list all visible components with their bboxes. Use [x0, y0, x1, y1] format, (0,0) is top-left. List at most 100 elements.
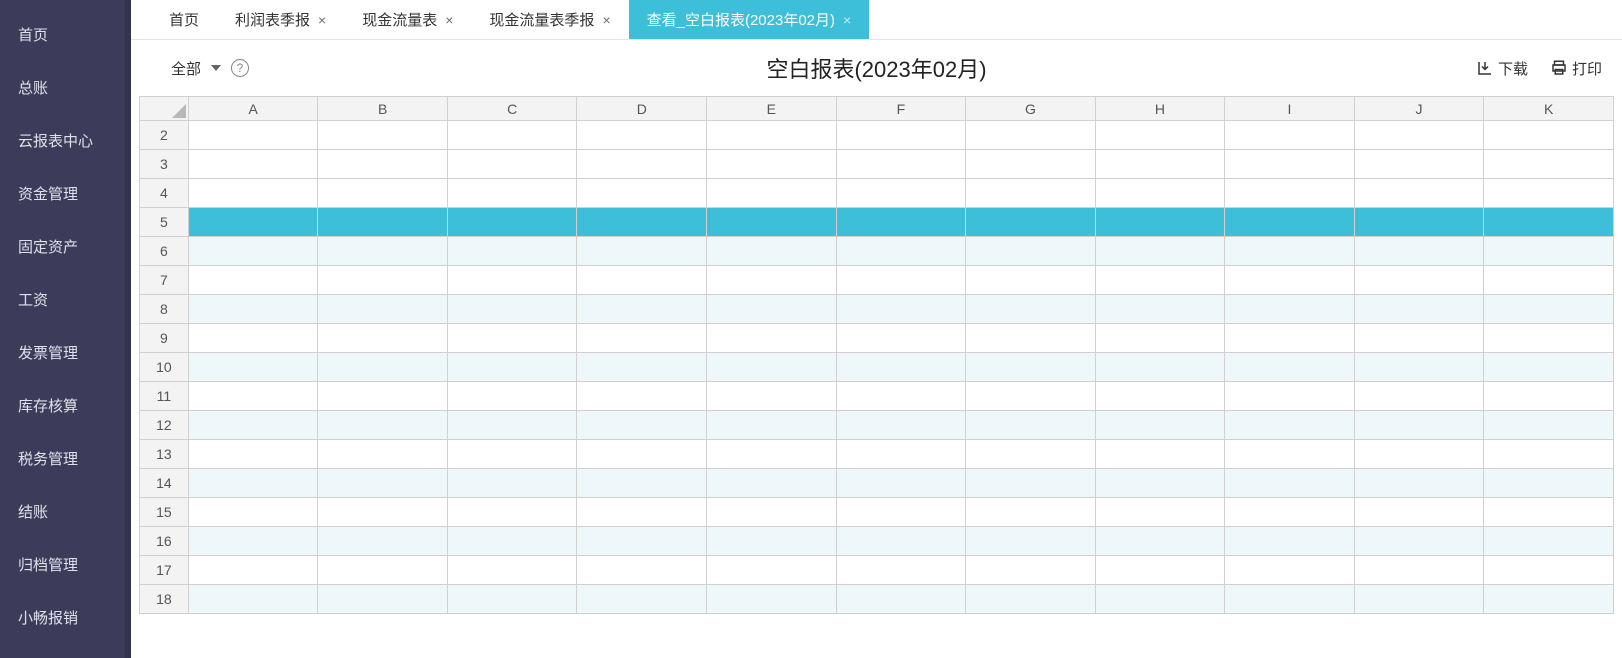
- cell-C10[interactable]: [447, 353, 577, 382]
- cell-A3[interactable]: [188, 150, 318, 179]
- cell-D8[interactable]: [577, 295, 707, 324]
- close-icon[interactable]: ×: [843, 12, 851, 28]
- row-header-2[interactable]: 2: [140, 121, 189, 150]
- cell-A5[interactable]: [188, 208, 318, 237]
- cell-E12[interactable]: [707, 411, 837, 440]
- sidebar-home[interactable]: 首页: [0, 8, 131, 61]
- cell-J9[interactable]: [1354, 324, 1484, 353]
- cell-J4[interactable]: [1354, 179, 1484, 208]
- cell-E10[interactable]: [707, 353, 837, 382]
- cell-H5[interactable]: [1095, 208, 1225, 237]
- sidebar-invoice[interactable]: 发票管理: [0, 326, 131, 379]
- col-header-H[interactable]: H: [1095, 97, 1225, 121]
- cell-B14[interactable]: [318, 469, 448, 498]
- cell-G12[interactable]: [966, 411, 1096, 440]
- help-icon[interactable]: ?: [231, 59, 249, 77]
- col-header-C[interactable]: C: [447, 97, 577, 121]
- row-header-15[interactable]: 15: [140, 498, 189, 527]
- cell-I7[interactable]: [1225, 266, 1355, 295]
- cell-D16[interactable]: [577, 527, 707, 556]
- cell-H9[interactable]: [1095, 324, 1225, 353]
- cell-K14[interactable]: [1484, 469, 1614, 498]
- cell-A11[interactable]: [188, 382, 318, 411]
- cell-G2[interactable]: [966, 121, 1096, 150]
- cell-E7[interactable]: [707, 266, 837, 295]
- cell-H11[interactable]: [1095, 382, 1225, 411]
- sidebar-fixed-assets[interactable]: 固定资产: [0, 220, 131, 273]
- row-header-8[interactable]: 8: [140, 295, 189, 324]
- cell-A6[interactable]: [188, 237, 318, 266]
- cell-I4[interactable]: [1225, 179, 1355, 208]
- cell-D2[interactable]: [577, 121, 707, 150]
- cell-H8[interactable]: [1095, 295, 1225, 324]
- sidebar-salary[interactable]: 工资: [0, 273, 131, 326]
- sidebar-tax[interactable]: 税务管理: [0, 432, 131, 485]
- row-header-13[interactable]: 13: [140, 440, 189, 469]
- cell-E11[interactable]: [707, 382, 837, 411]
- cell-B2[interactable]: [318, 121, 448, 150]
- cell-A15[interactable]: [188, 498, 318, 527]
- cell-I8[interactable]: [1225, 295, 1355, 324]
- cell-D6[interactable]: [577, 237, 707, 266]
- cell-K5[interactable]: [1484, 208, 1614, 237]
- cell-J6[interactable]: [1354, 237, 1484, 266]
- cell-I13[interactable]: [1225, 440, 1355, 469]
- cell-C2[interactable]: [447, 121, 577, 150]
- cell-A16[interactable]: [188, 527, 318, 556]
- cell-J10[interactable]: [1354, 353, 1484, 382]
- cell-G18[interactable]: [966, 585, 1096, 614]
- cell-H14[interactable]: [1095, 469, 1225, 498]
- cell-C18[interactable]: [447, 585, 577, 614]
- cell-C15[interactable]: [447, 498, 577, 527]
- cell-I12[interactable]: [1225, 411, 1355, 440]
- cell-D7[interactable]: [577, 266, 707, 295]
- cell-J17[interactable]: [1354, 556, 1484, 585]
- row-header-3[interactable]: 3: [140, 150, 189, 179]
- cell-F11[interactable]: [836, 382, 966, 411]
- cell-I14[interactable]: [1225, 469, 1355, 498]
- cell-F3[interactable]: [836, 150, 966, 179]
- cell-F18[interactable]: [836, 585, 966, 614]
- cell-B18[interactable]: [318, 585, 448, 614]
- row-header-10[interactable]: 10: [140, 353, 189, 382]
- cell-A2[interactable]: [188, 121, 318, 150]
- cell-A9[interactable]: [188, 324, 318, 353]
- row-header-6[interactable]: 6: [140, 237, 189, 266]
- cell-F15[interactable]: [836, 498, 966, 527]
- cell-H3[interactable]: [1095, 150, 1225, 179]
- tab-2[interactable]: 现金流量表×: [344, 0, 471, 39]
- cell-K9[interactable]: [1484, 324, 1614, 353]
- cell-G14[interactable]: [966, 469, 1096, 498]
- print-button[interactable]: 打印: [1550, 58, 1602, 79]
- col-header-I[interactable]: I: [1225, 97, 1355, 121]
- cell-D18[interactable]: [577, 585, 707, 614]
- cell-K12[interactable]: [1484, 411, 1614, 440]
- cell-F2[interactable]: [836, 121, 966, 150]
- cell-B4[interactable]: [318, 179, 448, 208]
- cell-C6[interactable]: [447, 237, 577, 266]
- cell-I17[interactable]: [1225, 556, 1355, 585]
- cell-J7[interactable]: [1354, 266, 1484, 295]
- cell-F13[interactable]: [836, 440, 966, 469]
- cell-E3[interactable]: [707, 150, 837, 179]
- cell-K6[interactable]: [1484, 237, 1614, 266]
- cell-F8[interactable]: [836, 295, 966, 324]
- cell-A18[interactable]: [188, 585, 318, 614]
- cell-F17[interactable]: [836, 556, 966, 585]
- cell-D9[interactable]: [577, 324, 707, 353]
- spreadsheet[interactable]: ABCDEFGHIJK23456789101112131415161718: [131, 96, 1622, 658]
- cell-C8[interactable]: [447, 295, 577, 324]
- cell-B7[interactable]: [318, 266, 448, 295]
- cell-E17[interactable]: [707, 556, 837, 585]
- cell-A10[interactable]: [188, 353, 318, 382]
- download-button[interactable]: 下载: [1476, 58, 1528, 79]
- cell-F9[interactable]: [836, 324, 966, 353]
- cell-J14[interactable]: [1354, 469, 1484, 498]
- cell-D17[interactable]: [577, 556, 707, 585]
- row-header-11[interactable]: 11: [140, 382, 189, 411]
- cell-I5[interactable]: [1225, 208, 1355, 237]
- cell-A8[interactable]: [188, 295, 318, 324]
- cell-G9[interactable]: [966, 324, 1096, 353]
- cell-E16[interactable]: [707, 527, 837, 556]
- close-icon[interactable]: ×: [318, 12, 326, 28]
